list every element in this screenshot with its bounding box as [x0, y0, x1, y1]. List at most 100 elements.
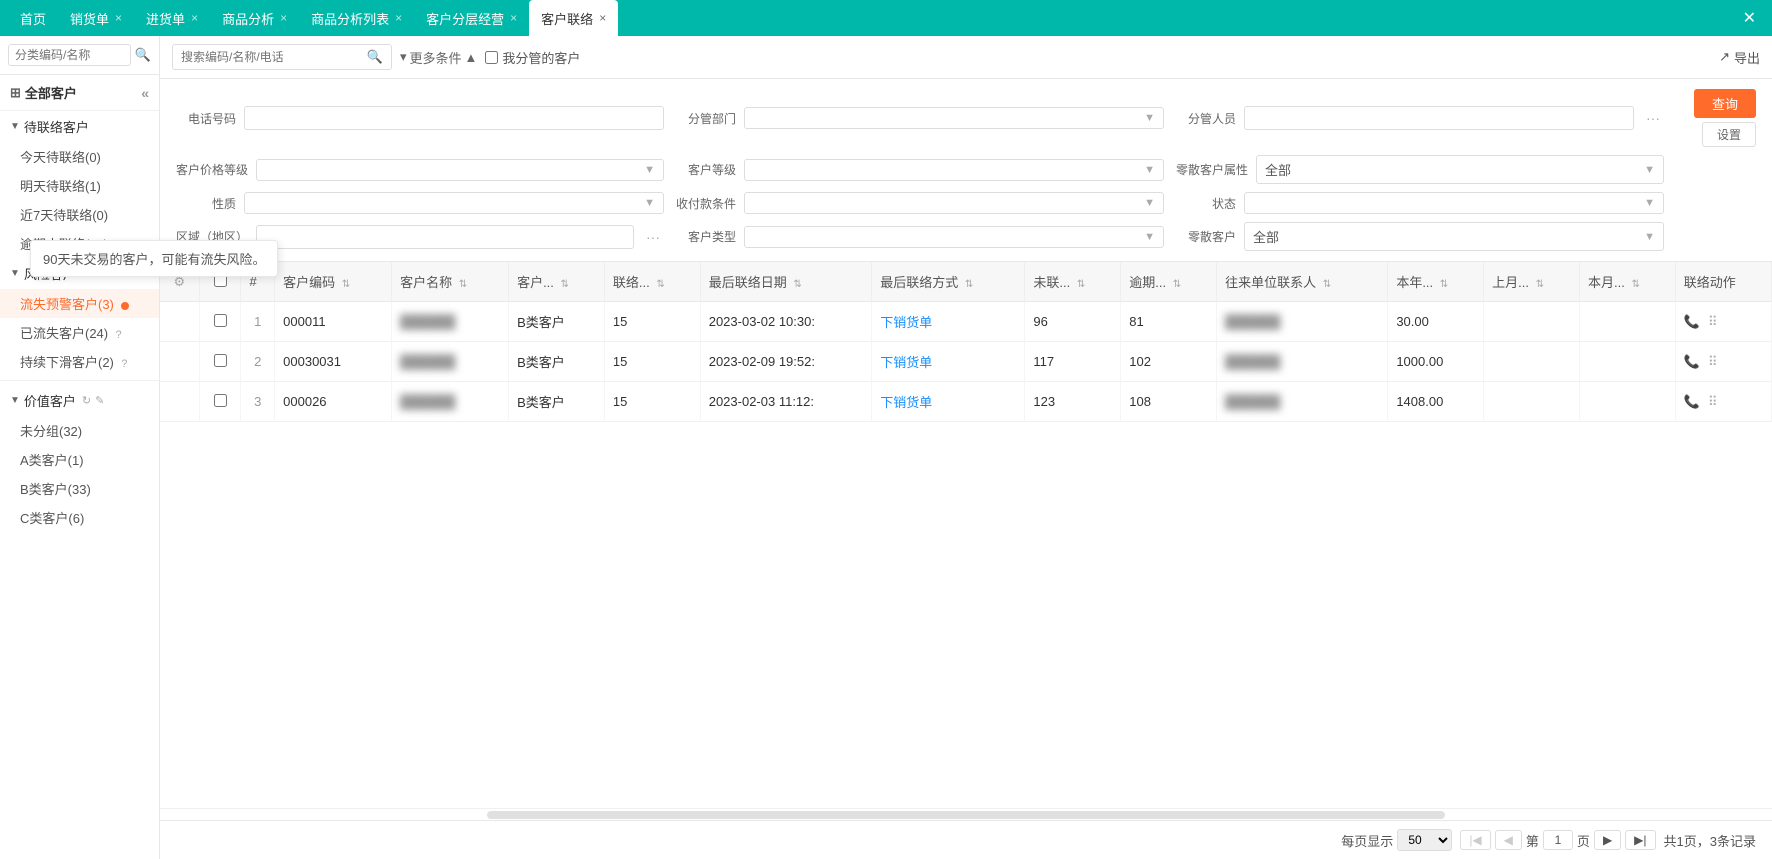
close-segments-tab[interactable]: × — [510, 11, 517, 25]
value-refresh-icon[interactable]: ↻ — [82, 394, 91, 407]
zero-sale-attr-dropdown[interactable]: 全部 ▼ — [1256, 155, 1664, 184]
settings-button[interactable]: 设置 — [1702, 122, 1756, 147]
last-contact-date-column-header[interactable]: 最后联络日期 ⇅ — [700, 262, 872, 302]
payment-dropdown[interactable]: ▼ — [744, 192, 1164, 214]
tab-analysis[interactable]: 商品分析 × — [210, 0, 299, 36]
sidebar-item-churn-warning[interactable]: 流失预警客户(3) — [0, 289, 159, 318]
sidebar-item-declining[interactable]: 持续下滑客户(2) ? — [0, 347, 159, 376]
region-input[interactable] — [256, 225, 634, 249]
advanced-filter-panel: 电话号码 分管部门 ▼ 分管人员 ··· 查询 设置 — [160, 79, 1772, 262]
code-column-header[interactable]: 客户编码 ⇅ — [275, 262, 392, 302]
contact-method-link-1[interactable]: 下销货单 — [880, 355, 932, 370]
first-page-button[interactable]: |◀ — [1460, 830, 1490, 850]
contact-method-link-0[interactable]: 下销货单 — [880, 315, 932, 330]
overdue-column-header[interactable]: 逾期... ⇅ — [1121, 262, 1217, 302]
dept-dropdown[interactable]: ▼ — [744, 107, 1164, 129]
sidebar-item-unassigned[interactable]: 未分组(32) — [0, 416, 159, 445]
sidebar-item-class-b[interactable]: B类客户(33) — [0, 474, 159, 503]
action-more-icon-2[interactable]: ⠿ — [1708, 394, 1718, 410]
close-purchase-tab[interactable]: × — [191, 11, 198, 25]
scrollbar-thumb[interactable] — [487, 811, 1445, 819]
action-contact-icon-0[interactable]: 📞 — [1684, 314, 1700, 330]
contact-column-header[interactable]: 联络... ⇅ — [604, 262, 700, 302]
sidebar-group-value-header[interactable]: ▼ 价值客户 ↻ ✎ — [0, 385, 159, 416]
close-analysis-tab[interactable]: × — [280, 11, 287, 25]
horizontal-scrollbar[interactable] — [160, 808, 1772, 820]
row-select-checkbox-1[interactable] — [214, 354, 227, 367]
export-button[interactable]: ↗ 导出 — [1719, 48, 1760, 67]
sidebar-item-today[interactable]: 今天待联络(0) — [0, 142, 159, 171]
sidebar-search-icon[interactable]: 🔍 — [135, 47, 151, 63]
close-sales-tab[interactable]: × — [115, 11, 122, 25]
row-select-checkbox-0[interactable] — [214, 314, 227, 327]
value-edit-icon[interactable]: ✎ — [95, 394, 104, 407]
class-column-header[interactable]: 客户... ⇅ — [509, 262, 605, 302]
page-size-select[interactable]: 50 100 200 — [1397, 829, 1452, 851]
churned-help-icon[interactable]: ? — [115, 329, 121, 341]
region-dots-icon[interactable]: ··· — [642, 229, 664, 245]
sidebar-item-class-a[interactable]: A类客户(1) — [0, 445, 159, 474]
customer-level-dropdown[interactable]: ▼ — [744, 159, 1164, 181]
filter-search-icon[interactable]: 🔍 — [367, 49, 383, 65]
sidebar-search-input[interactable] — [8, 44, 131, 66]
action-contact-icon-2[interactable]: 📞 — [1684, 394, 1700, 410]
dept-label: 分管部门 — [676, 110, 736, 127]
query-button[interactable]: 查询 — [1694, 89, 1756, 118]
filter-more-conditions[interactable]: ▾ 更多条件 ▲ — [400, 48, 477, 67]
sidebar-item-tomorrow[interactable]: 明天待联络(1) — [0, 171, 159, 200]
row-checkbox-1 — [199, 342, 241, 382]
sidebar-group-pending-header[interactable]: ▼ 待联络客户 — [0, 111, 159, 142]
row-action-0: 📞 ⠿ — [1675, 302, 1771, 342]
customer-type-dropdown[interactable]: ▼ — [744, 226, 1164, 248]
row-code-1: 00030031 — [275, 342, 392, 382]
price-level-arrow-icon: ▼ — [644, 164, 655, 176]
action-more-icon-0[interactable]: ⠿ — [1708, 314, 1718, 330]
row-select-checkbox-2[interactable] — [214, 394, 227, 407]
close-analysis-list-tab[interactable]: × — [395, 11, 402, 25]
last-month-column-header[interactable]: 上月... ⇅ — [1484, 262, 1580, 302]
zero-sale-dropdown[interactable]: 全部 ▼ — [1244, 222, 1664, 251]
declining-help-icon[interactable]: ? — [121, 358, 127, 370]
pagination-bar: 每页显示 50 100 200 |◀ ◀ 第 1 页 ▶ ▶| 共1页，3条记录 — [160, 820, 1772, 859]
contact-sort-icon: ⇅ — [656, 279, 664, 290]
close-window-icon[interactable]: ✕ — [1735, 8, 1764, 28]
next-page-button[interactable]: ▶ — [1594, 830, 1621, 850]
price-level-dropdown[interactable]: ▼ — [256, 159, 664, 181]
prev-page-button[interactable]: ◀ — [1495, 830, 1522, 850]
tab-sales[interactable]: 销货单 × — [58, 0, 134, 36]
sidebar-collapse-icon[interactable]: « — [141, 85, 149, 101]
status-dropdown[interactable]: ▼ — [1244, 192, 1664, 214]
phone-input[interactable] — [244, 106, 664, 130]
row-seq-1: 2 — [241, 342, 275, 382]
nature-dropdown[interactable]: ▼ — [244, 192, 664, 214]
filter-my-customers[interactable]: 我分管的客户 — [485, 48, 580, 67]
row-action-1: 📞 ⠿ — [1675, 342, 1771, 382]
tab-analysis-list[interactable]: 商品分析列表 × — [299, 0, 414, 36]
tab-purchase[interactable]: 进货单 × — [134, 0, 210, 36]
last-contact-method-column-header[interactable]: 最后联络方式 ⇅ — [872, 262, 1025, 302]
filter-search-input[interactable] — [181, 50, 367, 64]
filter-icon: ▾ — [400, 49, 407, 65]
tab-home[interactable]: 首页 — [8, 9, 58, 28]
unit-contact-column-header[interactable]: 往来单位联系人 ⇅ — [1217, 262, 1388, 302]
zero-sale-label: 零散客户 — [1176, 228, 1236, 245]
manager-dots-icon[interactable]: ··· — [1642, 110, 1664, 126]
close-contact-tab[interactable]: × — [599, 11, 606, 25]
action-more-icon-1[interactable]: ⠿ — [1708, 354, 1718, 370]
last-page-button[interactable]: ▶| — [1625, 830, 1655, 850]
sidebar-item-7days[interactable]: 近7天待联络(0) — [0, 200, 159, 229]
my-customers-checkbox[interactable] — [485, 51, 498, 64]
this-month-column-header[interactable]: 本月... ⇅ — [1579, 262, 1675, 302]
action-contact-icon-1[interactable]: 📞 — [1684, 354, 1700, 370]
risk-tooltip: 90天未交易的客户，可能有流失风险。 — [30, 240, 160, 277]
sidebar-item-class-c[interactable]: C类客户(6) — [0, 503, 159, 532]
this-year-column-header[interactable]: 本年... ⇅ — [1388, 262, 1484, 302]
tab-customer-contact[interactable]: 客户联络 × — [529, 0, 618, 36]
manager-input[interactable] — [1244, 106, 1634, 130]
sidebar-all-customers[interactable]: ⊞ 全部客户 « — [0, 75, 159, 111]
tab-customer-segments[interactable]: 客户分层经营 × — [414, 0, 529, 36]
sidebar-item-churned[interactable]: 已流失客户(24) ? — [0, 318, 159, 347]
uncontacted-column-header[interactable]: 未联... ⇅ — [1025, 262, 1121, 302]
contact-method-link-2[interactable]: 下销货单 — [880, 395, 932, 410]
name-column-header[interactable]: 客户名称 ⇅ — [392, 262, 509, 302]
